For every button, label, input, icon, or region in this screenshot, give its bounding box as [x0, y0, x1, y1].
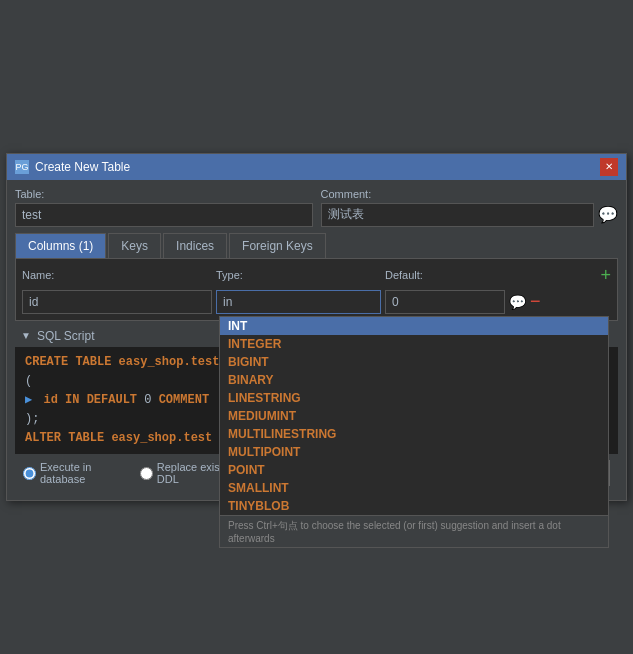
- remove-column-button[interactable]: −: [530, 291, 541, 312]
- window-title: Create New Table: [35, 160, 130, 174]
- title-bar: PG Create New Table ✕: [7, 154, 626, 180]
- tab-foreign-keys[interactable]: Foreign Keys: [229, 233, 326, 258]
- tab-columns[interactable]: Columns (1): [15, 233, 106, 258]
- autocomplete-item-mediumint[interactable]: MEDIUMINT: [220, 407, 608, 425]
- autocomplete-item-multipoint[interactable]: MULTIPOINT: [220, 443, 608, 461]
- comment-input[interactable]: [321, 203, 595, 227]
- window-body: Table: Comment: 💬 Columns (1) Keys Indic…: [7, 180, 626, 501]
- autocomplete-dropdown: INT INTEGER BIGINT BINARY LINESTRING MED…: [219, 316, 609, 548]
- tab-content: Name: Type: Default: + 💬 − INT INTEGER B…: [15, 259, 618, 321]
- autocomplete-item-linestring[interactable]: LINESTRING: [220, 389, 608, 407]
- table-group: Table:: [15, 188, 313, 227]
- type-header: Type:: [216, 269, 381, 281]
- comment-group: Comment: 💬: [321, 188, 619, 227]
- execute-radio[interactable]: [23, 467, 36, 480]
- execute-radio-group: Execute in database: [23, 461, 132, 485]
- sql-arrow-icon: ▼: [21, 330, 31, 341]
- replace-radio[interactable]: [140, 467, 153, 480]
- table-label: Table:: [15, 188, 313, 200]
- comment-row: 💬: [321, 203, 619, 227]
- main-window: PG Create New Table ✕ Table: Comment: 💬 …: [6, 153, 627, 502]
- name-header: Name:: [22, 269, 212, 281]
- column-comment-icon[interactable]: 💬: [509, 294, 526, 310]
- add-column-button[interactable]: +: [600, 265, 611, 286]
- close-button[interactable]: ✕: [600, 158, 618, 176]
- tab-keys[interactable]: Keys: [108, 233, 161, 258]
- execute-label: Execute in database: [40, 461, 132, 485]
- app-icon: PG: [15, 160, 29, 174]
- column-headers: Name: Type: Default: +: [22, 265, 611, 286]
- title-bar-left: PG Create New Table: [15, 160, 130, 174]
- column-default-input[interactable]: [385, 290, 505, 314]
- autocomplete-item-binary[interactable]: BINARY: [220, 371, 608, 389]
- comment-label: Comment:: [321, 188, 619, 200]
- autocomplete-item-smallint[interactable]: SMALLINT: [220, 479, 608, 497]
- sql-script-label: SQL Script: [37, 329, 95, 343]
- top-form: Table: Comment: 💬: [15, 188, 618, 227]
- autocomplete-item-point[interactable]: POINT: [220, 461, 608, 479]
- column-type-input[interactable]: [216, 290, 381, 314]
- table-input[interactable]: [15, 203, 313, 227]
- tab-indices[interactable]: Indices: [163, 233, 227, 258]
- column-name-input[interactable]: [22, 290, 212, 314]
- autocomplete-hint: Press Ctrl+句点 to choose the selected (or…: [220, 515, 608, 547]
- default-header: Default:: [385, 269, 596, 281]
- tabs-bar: Columns (1) Keys Indices Foreign Keys: [15, 233, 618, 259]
- autocomplete-item-int[interactable]: INT: [220, 317, 608, 335]
- autocomplete-item-multilinestring[interactable]: MULTILINESTRING: [220, 425, 608, 443]
- autocomplete-item-tinyblob[interactable]: TINYBLOB: [220, 497, 608, 515]
- comment-icon[interactable]: 💬: [598, 205, 618, 224]
- column-row: 💬 − INT INTEGER BIGINT BINARY LINESTRING…: [22, 290, 611, 314]
- autocomplete-item-bigint[interactable]: BIGINT: [220, 353, 608, 371]
- autocomplete-item-integer[interactable]: INTEGER: [220, 335, 608, 353]
